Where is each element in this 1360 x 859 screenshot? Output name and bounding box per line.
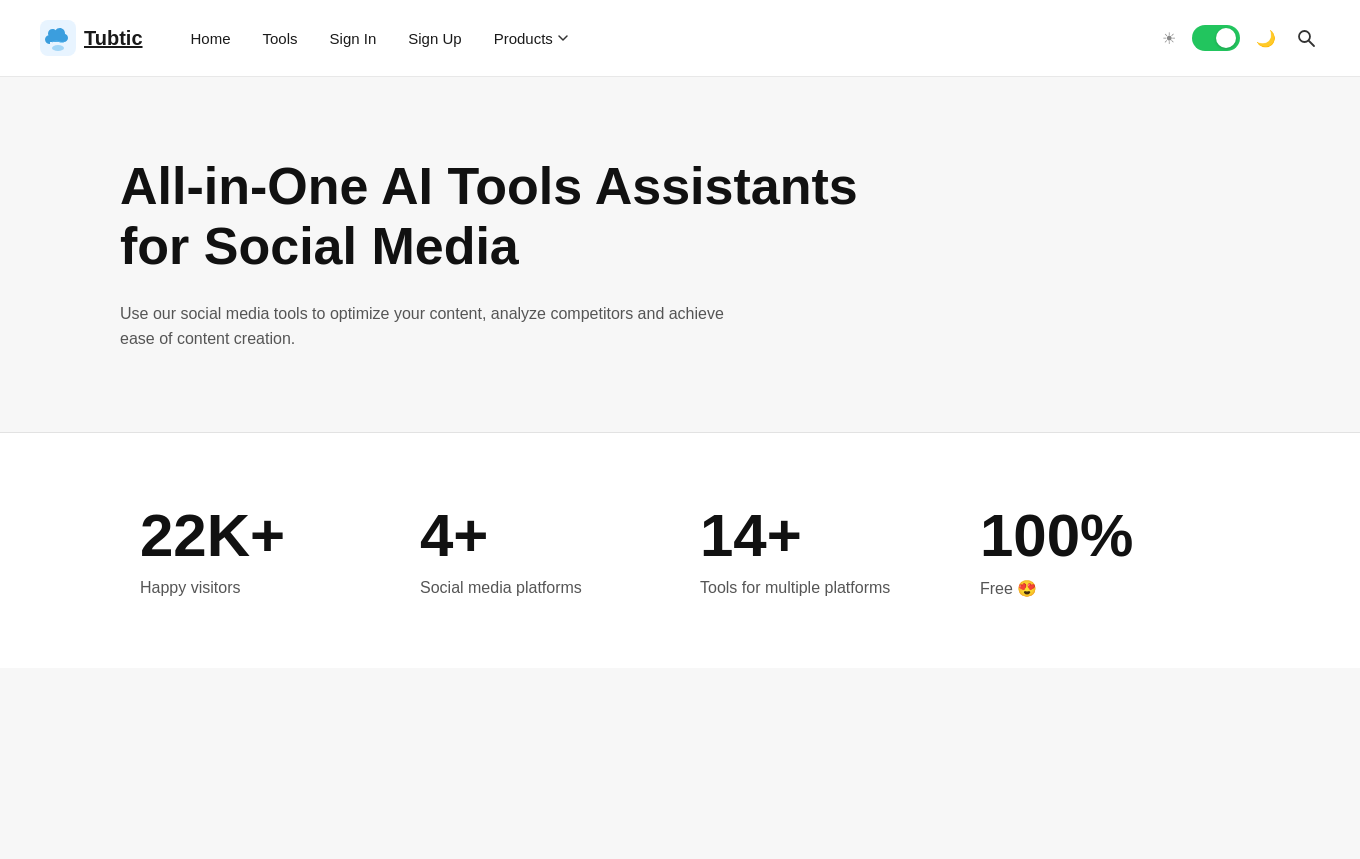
stat-platforms: 4+ Social media platforms — [400, 503, 680, 598]
stat-tools-number: 14+ — [700, 503, 940, 569]
stat-platforms-number: 4+ — [420, 503, 660, 569]
lower-section — [0, 668, 1360, 859]
search-icon — [1296, 28, 1316, 48]
svg-line-3 — [1309, 41, 1314, 46]
theme-toggle[interactable] — [1192, 25, 1240, 51]
search-button[interactable] — [1292, 24, 1320, 52]
brand-name: Tubtic — [84, 27, 143, 50]
stat-free: 100% Free 😍 — [960, 503, 1240, 598]
hero-subtext: Use our social media tools to optimize y… — [120, 301, 740, 352]
svg-point-2 — [1299, 31, 1310, 42]
nav-sign-in[interactable]: Sign In — [330, 30, 377, 47]
nav-sign-up[interactable]: Sign Up — [408, 30, 461, 47]
nav-products[interactable]: Products — [494, 30, 569, 47]
hero-headline: All-in-One AI Tools Assistants for Socia… — [120, 157, 880, 277]
nav-home[interactable]: Home — [191, 30, 231, 47]
toggle-knob — [1216, 28, 1236, 48]
nav-tools[interactable]: Tools — [263, 30, 298, 47]
stat-visitors: 22K+ Happy visitors — [120, 503, 400, 598]
stats-section: 22K+ Happy visitors 4+ Social media plat… — [0, 433, 1360, 668]
sun-icon[interactable]: ☀ — [1162, 29, 1176, 48]
brand-logo-icon — [40, 20, 76, 56]
stat-visitors-number: 22K+ — [140, 503, 380, 569]
brand-logo-link[interactable]: Tubtic — [40, 20, 143, 56]
nav-controls: ☀ 🌙 — [1162, 24, 1320, 52]
stat-tools-label: Tools for multiple platforms — [700, 579, 940, 597]
stat-tools: 14+ Tools for multiple platforms — [680, 503, 960, 598]
moon-icon[interactable]: 🌙 — [1256, 29, 1276, 48]
stat-visitors-label: Happy visitors — [140, 579, 380, 597]
chevron-down-icon — [557, 32, 569, 44]
stat-free-number: 100% — [980, 503, 1220, 569]
svg-point-1 — [52, 45, 64, 51]
nav-links: Home Tools Sign In Sign Up Products — [191, 30, 1162, 47]
stat-platforms-label: Social media platforms — [420, 579, 660, 597]
hero-section: All-in-One AI Tools Assistants for Socia… — [0, 77, 1360, 432]
nav-inner: Tubtic Home Tools Sign In Sign Up Produc… — [40, 20, 1320, 56]
navbar: Tubtic Home Tools Sign In Sign Up Produc… — [0, 0, 1360, 77]
stat-free-label: Free 😍 — [980, 579, 1220, 598]
